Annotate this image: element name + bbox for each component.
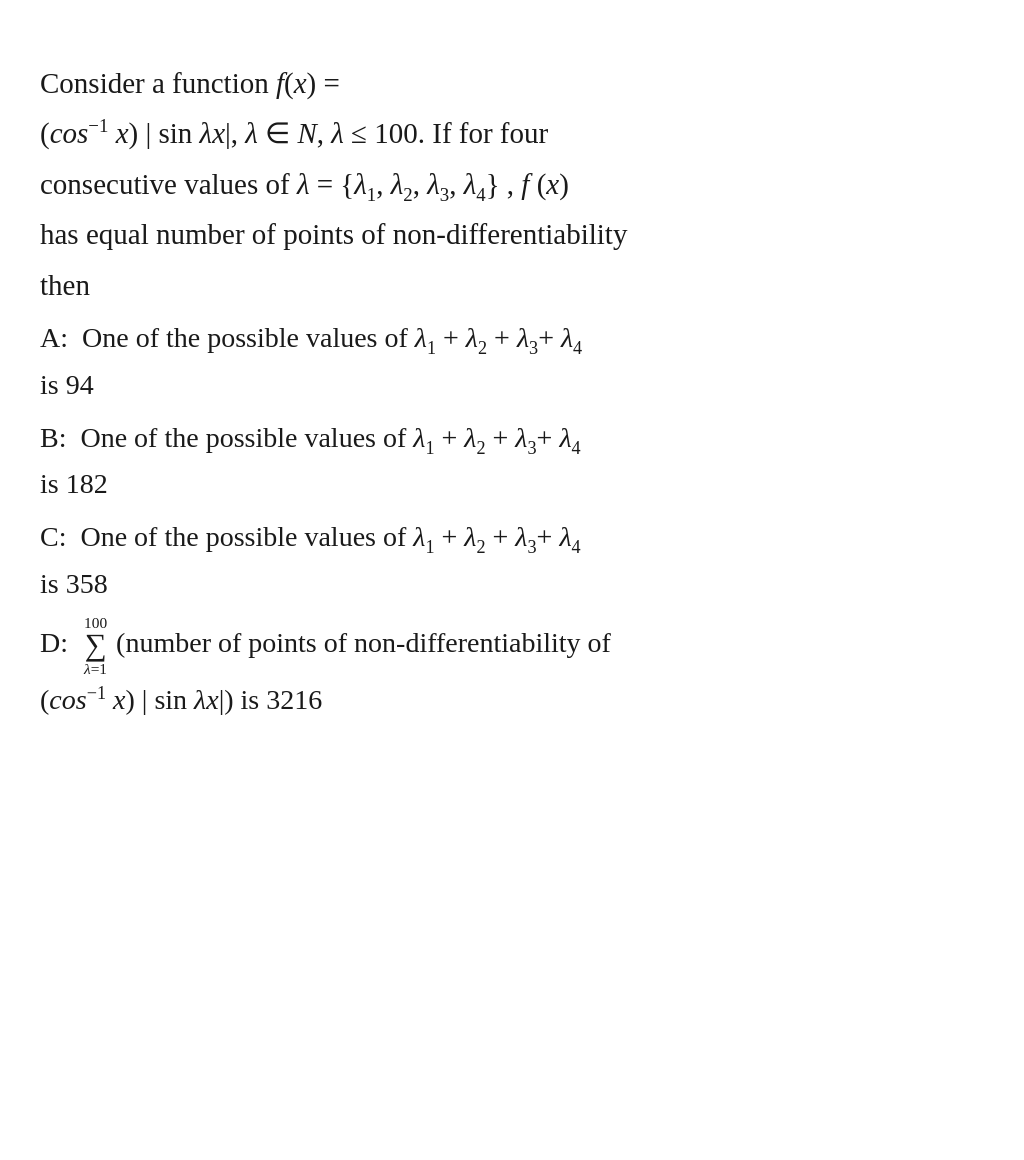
option-c: C: One of the possible values of λ1 + λ2…: [40, 515, 980, 607]
intro-line-5: then: [40, 262, 980, 308]
option-b-line1: B: One of the possible values of λ1 + λ2…: [40, 416, 980, 461]
option-b-line2: is 182: [40, 462, 980, 507]
option-d-line2: (cos−1 x) | sin λx|) is 3216: [40, 678, 980, 723]
option-c-line1: C: One of the possible values of λ1 + λ2…: [40, 515, 980, 560]
option-d-label: D:: [40, 627, 68, 658]
intro-line-1: Consider a function f(x) =: [40, 60, 980, 106]
intro-line-3: consecutive values of λ = {λ1, λ2, λ3, λ…: [40, 161, 980, 207]
option-d: D: 100 ∑ λ=1 (number of points of non-di…: [40, 615, 980, 723]
option-b: B: One of the possible values of λ1 + λ2…: [40, 416, 980, 508]
function-name: f: [276, 67, 284, 99]
option-a-line1: A: One of the possible values of λ1 + λ2…: [40, 316, 980, 361]
sigma-symbol: ∑: [85, 630, 107, 661]
option-b-label: B:: [40, 422, 66, 453]
main-content: Consider a function f(x) = (cos−1 x) | s…: [30, 40, 990, 751]
option-d-line1: D: 100 ∑ λ=1 (number of points of non-di…: [40, 615, 980, 677]
intro-paragraph: Consider a function f(x) = (cos−1 x) | s…: [40, 60, 980, 308]
intro-line-4: has equal number of points of non-differ…: [40, 211, 980, 257]
option-a-line2: is 94: [40, 363, 980, 408]
option-c-line2: is 358: [40, 562, 980, 607]
option-c-label: C:: [40, 521, 66, 552]
intro-line-2: (cos−1 x) | sin λx|, λ ∈ N, λ ≤ 100. If …: [40, 110, 980, 156]
var-x: x: [294, 67, 307, 99]
option-a-label: A:: [40, 322, 68, 353]
option-a: A: One of the possible values of λ1 + λ2…: [40, 316, 980, 408]
sigma-lower-limit: λ=1: [84, 661, 107, 676]
sigma-notation: 100 ∑ λ=1: [84, 615, 107, 677]
